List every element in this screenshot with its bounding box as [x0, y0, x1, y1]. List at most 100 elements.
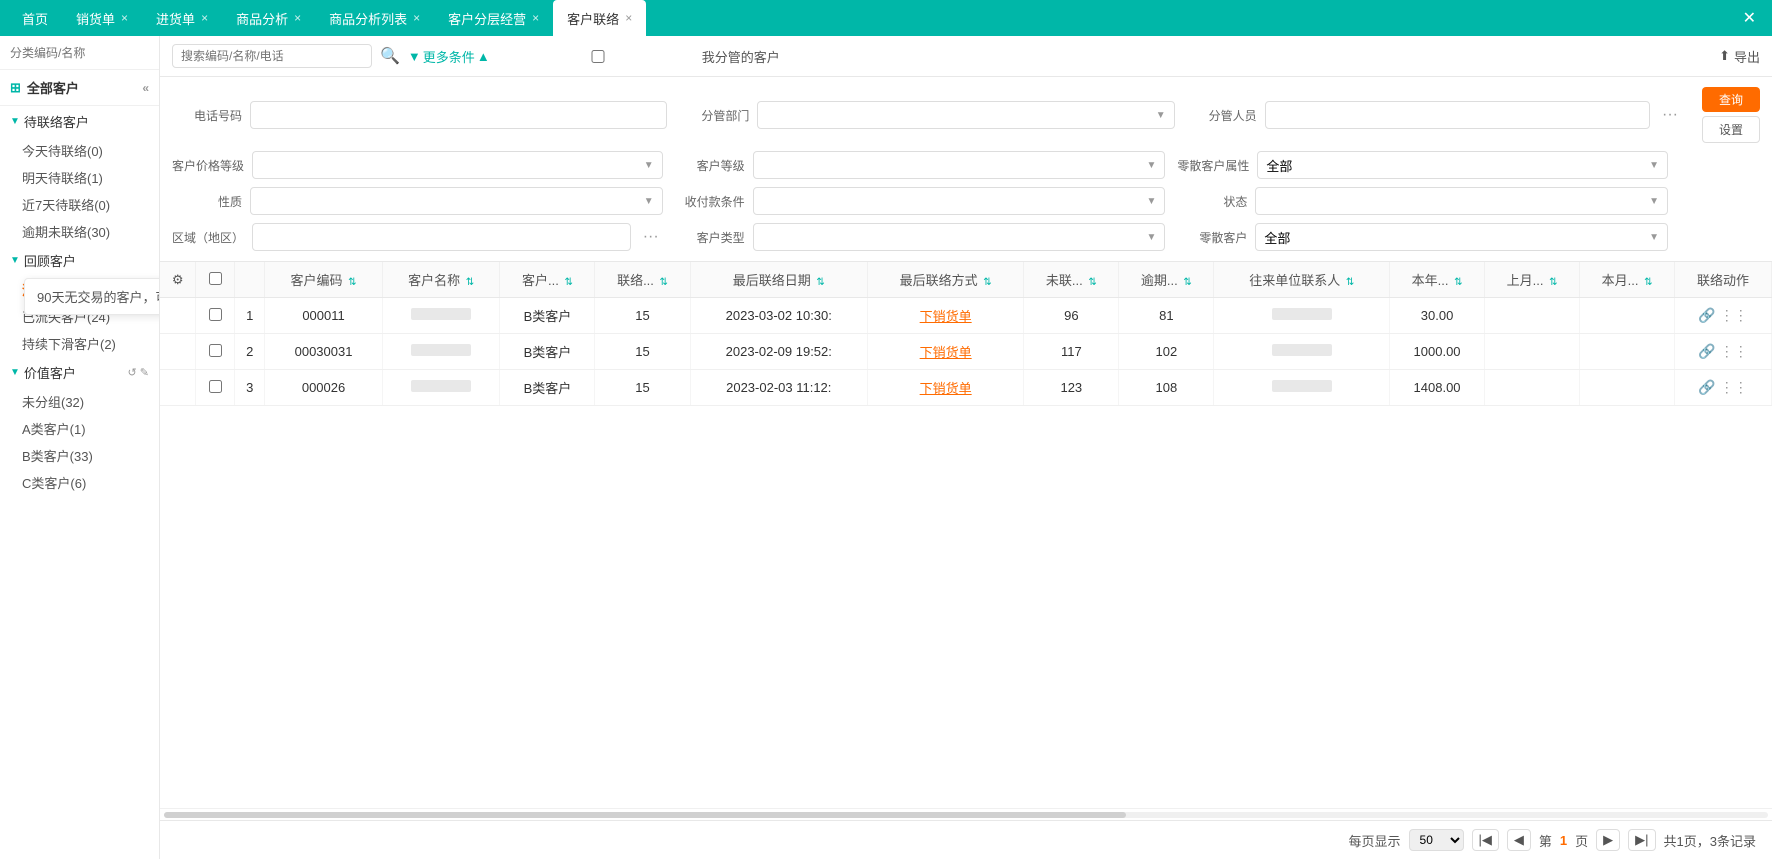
customer-type-select[interactable]: ▼ [753, 223, 1166, 251]
retail-attr-select[interactable]: 全部 ▼ [1257, 151, 1668, 179]
sidebar-item-class-a[interactable]: A类客户(1) [0, 415, 159, 442]
export-button[interactable]: ⬆ 导出 [1719, 47, 1760, 66]
sidebar-item-overdue-pending[interactable]: 逾期未联络(30) [0, 218, 159, 245]
date-sort-icon[interactable]: ⇅ [816, 277, 824, 288]
row-checkbox[interactable] [209, 344, 222, 357]
phone-input[interactable] [250, 101, 667, 129]
col-this-month-header[interactable]: 本月... ⇅ [1580, 262, 1675, 298]
row-last-contact-way-cell[interactable]: 下销货单 [868, 370, 1024, 406]
sidebar-search-input[interactable] [10, 46, 160, 60]
way-sort-icon[interactable]: ⇅ [983, 277, 991, 288]
this-month-sort-icon[interactable]: ⇅ [1644, 277, 1652, 288]
more-conditions-button[interactable]: ▼ 更多条件 ▲ [408, 47, 490, 66]
sidebar-item-class-b[interactable]: B类客户(33) [0, 442, 159, 469]
tab-customer-segmentation[interactable]: 客户分层经营 × [434, 0, 553, 36]
this-year-sort-icon[interactable]: ⇅ [1454, 277, 1462, 288]
type-sort-icon[interactable]: ⇅ [565, 277, 573, 288]
col-uncontacted-header[interactable]: 未联... ⇅ [1024, 262, 1119, 298]
sidebar-item-today-pending[interactable]: 今天待联络(0) [0, 137, 159, 164]
contact-sort-icon[interactable]: ⇅ [660, 277, 668, 288]
row-checkbox-cell[interactable] [196, 334, 235, 370]
col-unit-contact-header[interactable]: 往来单位联系人 ⇅ [1214, 262, 1390, 298]
row-name-cell [382, 370, 500, 406]
next-page-button[interactable]: ▶ [1596, 829, 1620, 851]
close-sales-order-icon[interactable]: × [121, 11, 128, 25]
payment-select[interactable]: ▼ [753, 187, 1166, 215]
row-checkbox-cell[interactable] [196, 370, 235, 406]
search-input[interactable] [172, 44, 372, 68]
region-select[interactable] [252, 223, 631, 251]
scrollbar-track[interactable] [164, 812, 1768, 818]
sidebar-group-pending[interactable]: ▼ 待联络客户 [0, 106, 159, 137]
window-close-button[interactable]: ✕ [1735, 8, 1764, 28]
row-checkbox[interactable] [209, 380, 222, 393]
status-select[interactable]: ▼ [1255, 187, 1668, 215]
row-checkbox[interactable] [209, 308, 222, 321]
close-product-analysis-icon[interactable]: × [294, 11, 301, 25]
sidebar-item-ungrouped[interactable]: 未分组(32) [0, 388, 159, 415]
collapse-icon[interactable]: « [142, 81, 149, 95]
my-customers-checkbox[interactable] [498, 50, 698, 63]
col-type-header[interactable]: 客户... ⇅ [500, 262, 595, 298]
tab-product-analysis-list[interactable]: 商品分析列表 × [315, 0, 434, 36]
col-code-header[interactable]: 客户编码 ⇅ [265, 262, 383, 298]
page-size-select[interactable]: 50 100 200 [1409, 829, 1464, 851]
row-last-contact-way-cell[interactable]: 下销货单 [868, 334, 1024, 370]
tab-customer-contact[interactable]: 客户联络 × [553, 0, 646, 36]
uncontacted-sort-icon[interactable]: ⇅ [1088, 277, 1096, 288]
name-sort-icon[interactable]: ⇅ [466, 277, 474, 288]
first-page-button[interactable]: |◀ [1472, 829, 1499, 851]
col-overdue-header[interactable]: 逾期... ⇅ [1119, 262, 1214, 298]
last-page-button[interactable]: ▶| [1628, 829, 1655, 851]
region-more-icon[interactable]: ··· [639, 228, 663, 246]
tab-sales-order[interactable]: 销货单 × [62, 0, 142, 36]
sidebar-item-class-c[interactable]: C类客户(6) [0, 469, 159, 496]
customer-level-select[interactable]: ▼ [753, 151, 1166, 179]
col-name-header[interactable]: 客户名称 ⇅ [382, 262, 500, 298]
col-last-contact-date-header[interactable]: 最后联络日期 ⇅ [690, 262, 867, 298]
select-all-checkbox[interactable] [209, 272, 222, 285]
col-this-year-header[interactable]: 本年... ⇅ [1390, 262, 1485, 298]
sidebar-item-declining[interactable]: 持续下滑客户(2) [0, 330, 159, 357]
nature-select[interactable]: ▼ [250, 187, 663, 215]
sidebar-all-customers[interactable]: ⊞ 全部客户 « [0, 70, 159, 106]
price-level-select[interactable]: ▼ [252, 151, 663, 179]
dept-select[interactable]: ▼ [757, 101, 1174, 129]
col-last-contact-way-header[interactable]: 最后联络方式 ⇅ [868, 262, 1024, 298]
last-month-sort-icon[interactable]: ⇅ [1549, 277, 1557, 288]
row-action-cell[interactable]: 🔗 ⋮⋮ [1675, 334, 1772, 370]
col-checkbox-header[interactable] [196, 262, 235, 298]
close-product-analysis-list-icon[interactable]: × [413, 11, 420, 25]
row-action-cell[interactable]: 🔗 ⋮⋮ [1675, 370, 1772, 406]
sidebar-item-tomorrow-pending[interactable]: 明天待联络(1) [0, 164, 159, 191]
unit-contact-sort-icon[interactable]: ⇅ [1346, 277, 1354, 288]
col-settings-header[interactable]: ⚙ [160, 262, 196, 298]
sidebar-item-week-pending[interactable]: 近7天待联络(0) [0, 191, 159, 218]
row-checkbox-cell[interactable] [196, 298, 235, 334]
row-last-contact-way-cell[interactable]: 下销货单 [868, 298, 1024, 334]
settings-button[interactable]: 设置 [1702, 116, 1760, 143]
search-button[interactable]: 🔍 [380, 46, 400, 66]
close-customer-seg-icon[interactable]: × [532, 11, 539, 25]
query-button[interactable]: 查询 [1702, 87, 1760, 112]
horizontal-scrollbar[interactable] [160, 808, 1772, 820]
manager-more-icon[interactable]: ··· [1658, 106, 1682, 124]
tab-product-analysis[interactable]: 商品分析 × [222, 0, 315, 36]
col-contact-header[interactable]: 联络... ⇅ [595, 262, 690, 298]
current-page-number: 1 [1560, 833, 1567, 848]
code-sort-icon[interactable]: ⇅ [348, 277, 356, 288]
overdue-sort-icon[interactable]: ⇅ [1183, 277, 1191, 288]
retail-select[interactable]: 全部 ▼ [1255, 223, 1668, 251]
row-action-cell[interactable]: 🔗 ⋮⋮ [1675, 298, 1772, 334]
manager-select[interactable] [1265, 101, 1650, 129]
tab-purchase-order[interactable]: 进货单 × [142, 0, 222, 36]
sidebar-group-lost[interactable]: ▼ 回顾客户 [0, 245, 159, 276]
prev-page-button[interactable]: ◀ [1507, 829, 1531, 851]
tab-home[interactable]: 首页 [8, 0, 62, 36]
col-last-month-header[interactable]: 上月... ⇅ [1485, 262, 1580, 298]
close-customer-contact-icon[interactable]: × [625, 11, 632, 25]
edit-icons[interactable]: ↺ ✎ [128, 366, 150, 379]
close-purchase-order-icon[interactable]: × [201, 11, 208, 25]
scrollbar-thumb[interactable] [164, 812, 1126, 818]
sidebar-group-value[interactable]: ▼ 价值客户 ↺ ✎ [0, 357, 159, 388]
